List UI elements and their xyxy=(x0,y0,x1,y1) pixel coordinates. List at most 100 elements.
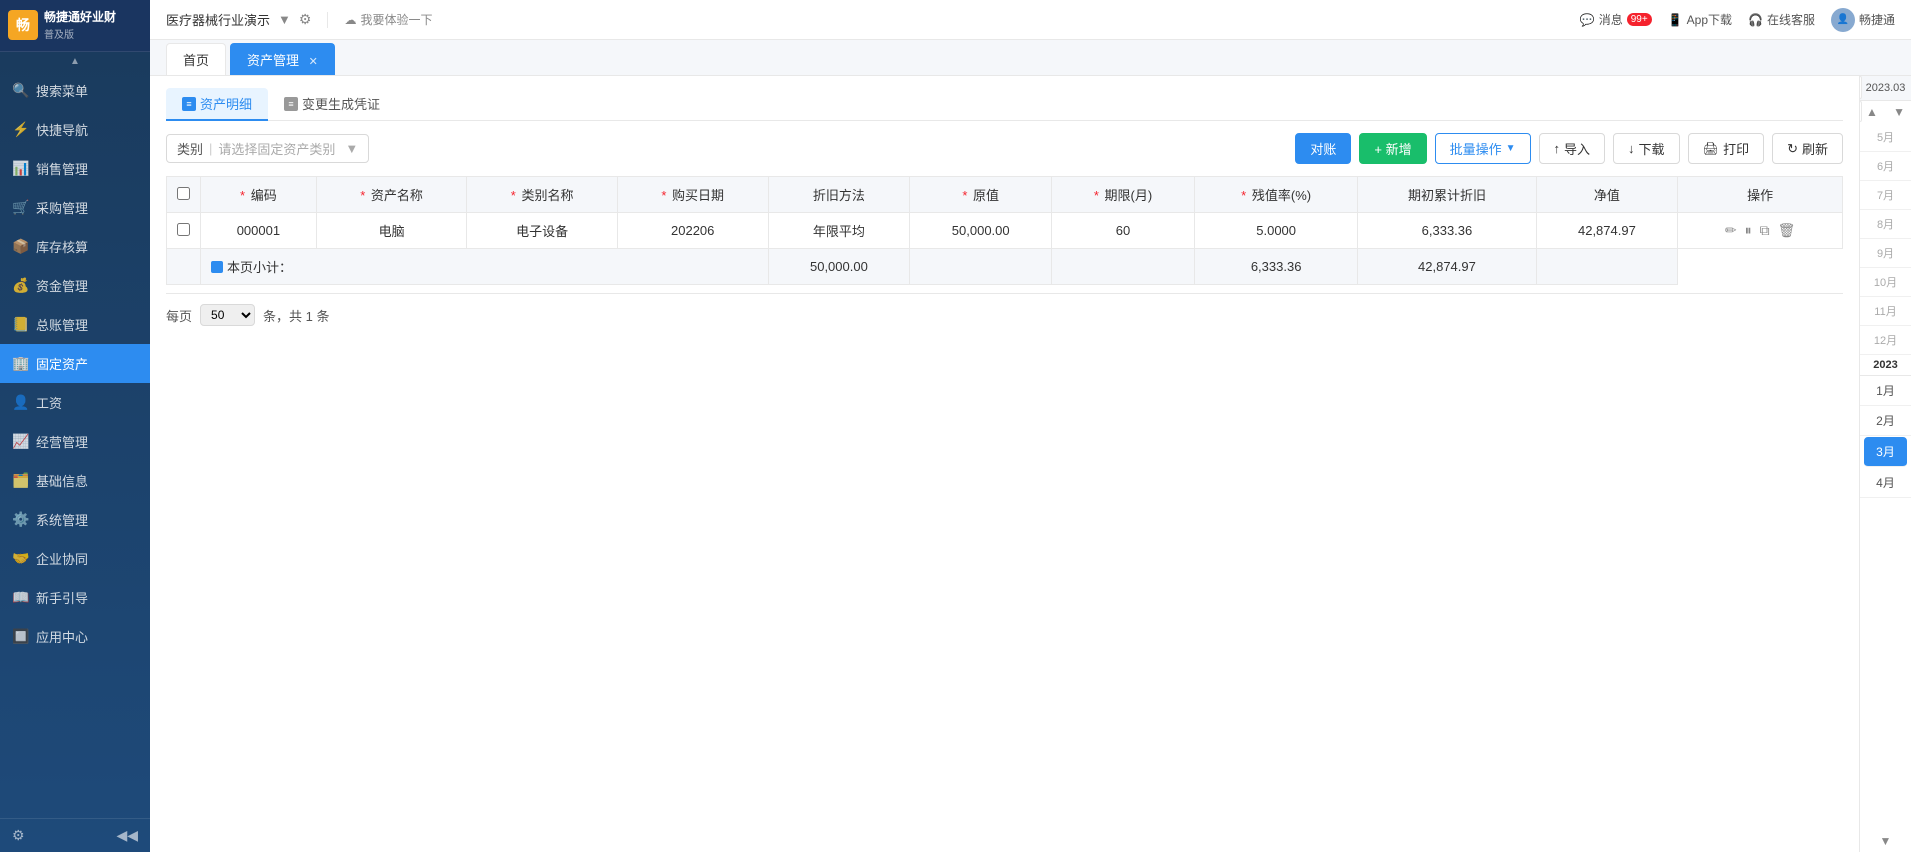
print-icon: 🖨 xyxy=(1703,141,1720,157)
user-area[interactable]: 👤 畅捷通 xyxy=(1831,8,1895,32)
header-purchase-date: * 购买日期 xyxy=(617,177,768,213)
appstore-icon: 🔲 xyxy=(12,628,28,645)
sub-tab-voucher-label: 变更生成凭证 xyxy=(302,94,380,113)
sidebar-item-system[interactable]: ⚙️ 系统管理 xyxy=(0,500,150,539)
sidebar-item-search[interactable]: 🔍 搜索菜单 xyxy=(0,71,150,110)
tab-close-icon[interactable]: ✕ xyxy=(309,56,318,68)
sidebar-item-inventory[interactable]: 📦 库存核算 xyxy=(0,227,150,266)
sidebar-item-payroll[interactable]: 👤 工资 xyxy=(0,383,150,422)
per-page-select[interactable]: 50 100 xyxy=(200,304,255,326)
month-5-prev[interactable]: 5月 xyxy=(1860,123,1911,152)
purchase-icon: 🛒 xyxy=(12,199,28,216)
collapse-icon[interactable]: ◀◀ xyxy=(116,827,138,844)
system-icon: ⚙️ xyxy=(12,511,28,528)
edit-icon[interactable]: ✏ xyxy=(1725,222,1737,239)
expand-panel-icon[interactable]: ⤢ xyxy=(1859,101,1862,122)
month-10-prev[interactable]: 10月 xyxy=(1860,268,1911,297)
sidebar-item-fixed-assets[interactable]: 🏢 固定资产 xyxy=(0,344,150,383)
toolbar-right: 对账 + 新增 批量操作 ▼ ↑ 导入 xyxy=(1295,133,1843,164)
sidebar-item-finance[interactable]: 💰 资金管理 xyxy=(0,266,150,305)
row-period: 60 xyxy=(1052,213,1195,249)
username: 畅捷通 xyxy=(1859,11,1895,28)
sidebar-item-guide[interactable]: 📖 新手引导 xyxy=(0,578,150,617)
month-1[interactable]: 1月 xyxy=(1860,376,1911,406)
mobile-icon: 📱 xyxy=(1668,13,1683,27)
sidebar-item-basic-info[interactable]: 🗂️ 基础信息 xyxy=(0,461,150,500)
pagination: 每页 50 100 条，共 1 条 xyxy=(166,293,1843,326)
tab-asset-management[interactable]: 资产管理 ✕ xyxy=(230,43,335,75)
basic-info-icon: 🗂️ xyxy=(12,472,28,489)
subtotal-accumulated-depreciation: 6,333.36 xyxy=(1194,249,1358,285)
select-all-checkbox[interactable] xyxy=(177,187,190,200)
sub-tab-asset-detail[interactable]: ≡ 资产明细 xyxy=(166,88,268,121)
topbar: 医疗器械行业演示 ▼ ⚙ ☁ 我要体验一下 💬 消息 99+ 📱 App下载 🎧… xyxy=(150,0,1911,40)
month-4[interactable]: 4月 xyxy=(1860,468,1911,498)
company-dropdown-icon[interactable]: ▼ xyxy=(278,12,291,27)
month-12-prev[interactable]: 12月 xyxy=(1860,326,1911,355)
close-panel-icon[interactable]: ✕ xyxy=(1859,76,1862,99)
settings-gear-icon[interactable]: ⚙ xyxy=(299,11,312,28)
row-checkbox[interactable] xyxy=(177,223,190,236)
month-6-prev[interactable]: 6月 xyxy=(1860,152,1911,181)
copy-icon[interactable]: ⧉ xyxy=(1760,222,1770,239)
add-button[interactable]: + 新增 xyxy=(1359,133,1426,164)
batch-button[interactable]: 批量操作 ▼ xyxy=(1435,133,1531,164)
table-header-row: * 编码 * 资产名称 * 类别名称 xyxy=(167,177,1843,213)
content-main: ≡ 资产明细 ≡ 变更生成凭证 类别 | 请选择固定资产类别 xyxy=(150,76,1859,852)
month-2[interactable]: 2月 xyxy=(1860,406,1911,436)
month-8-prev[interactable]: 8月 xyxy=(1860,210,1911,239)
sidebar-item-quicknav[interactable]: ⚡ 快捷导航 xyxy=(0,110,150,149)
reconcile-button[interactable]: 对账 xyxy=(1295,133,1351,164)
sidebar-item-label-finance: 资金管理 xyxy=(36,276,88,295)
category-filter[interactable]: 类别 | 请选择固定资产类别 ▼ xyxy=(166,134,369,163)
row-original-value: 50,000.00 xyxy=(910,213,1052,249)
asset-detail-icon: ≡ xyxy=(182,97,196,111)
import-button[interactable]: ↑ 导入 xyxy=(1539,133,1606,164)
guide-icon: 📖 xyxy=(12,589,28,606)
sidebar-item-appstore[interactable]: 🔲 应用中心 xyxy=(0,617,150,656)
sidebar-item-operations[interactable]: 📈 经营管理 xyxy=(0,422,150,461)
asset-table: * 编码 * 资产名称 * 类别名称 xyxy=(166,176,1843,285)
batch-label: 批量操作 xyxy=(1450,139,1502,158)
sidebar-item-purchase[interactable]: 🛒 采购管理 xyxy=(0,188,150,227)
calendar-scroll-down[interactable]: ▼ xyxy=(1860,830,1911,852)
pause-icon[interactable]: ⏸ xyxy=(1745,222,1752,239)
settings-icon[interactable]: ⚙ xyxy=(12,827,25,844)
message-icon: 💬 xyxy=(1580,13,1595,27)
row-residual-rate: 5.0000 xyxy=(1194,213,1358,249)
online-service-label: 在线客服 xyxy=(1767,11,1815,28)
calendar-down-arrow[interactable]: ▼ xyxy=(1891,103,1907,121)
month-3-current[interactable]: 3月 xyxy=(1864,437,1907,467)
sidebar-logo: 畅 畅捷通好业财 普及版 xyxy=(0,0,150,52)
payroll-icon: 👤 xyxy=(12,394,28,411)
online-service-btn[interactable]: 🎧 在线客服 xyxy=(1748,11,1815,28)
sidebar-item-sales[interactable]: 📊 销售管理 xyxy=(0,149,150,188)
topbar-left: 医疗器械行业演示 ▼ ⚙ ☁ 我要体验一下 xyxy=(166,10,432,29)
print-button[interactable]: 🖨 打印 xyxy=(1688,133,1765,164)
month-7-prev[interactable]: 7月 xyxy=(1860,181,1911,210)
required-mark: * xyxy=(962,188,967,203)
calendar-up-arrow[interactable]: ▲ xyxy=(1864,103,1880,121)
panel-controls: ✕ ⤢ xyxy=(1859,76,1862,122)
app-download-btn[interactable]: 📱 App下载 xyxy=(1668,11,1732,28)
required-mark: * xyxy=(511,188,516,203)
delete-icon[interactable]: 🗑 xyxy=(1778,222,1796,239)
messages-btn[interactable]: 💬 消息 99+ xyxy=(1580,11,1652,28)
refresh-button[interactable]: ↻ 刷新 xyxy=(1772,133,1843,164)
sidebar-item-label-quicknav: 快捷导航 xyxy=(36,120,88,139)
sub-tab-voucher[interactable]: ≡ 变更生成凭证 xyxy=(268,88,396,121)
subtotal-empty-checkbox xyxy=(167,249,201,285)
month-9-prev[interactable]: 9月 xyxy=(1860,239,1911,268)
trial-area[interactable]: ☁ 我要体验一下 xyxy=(344,11,432,28)
month-11-prev[interactable]: 11月 xyxy=(1860,297,1911,326)
header-accumulated-depreciation: 期初累计折旧 xyxy=(1358,177,1536,213)
sidebar-scroll-up[interactable]: ▲ xyxy=(0,52,150,71)
header-checkbox-cell xyxy=(167,177,201,213)
sidebar-item-ledger[interactable]: 📒 总账管理 xyxy=(0,305,150,344)
header-category: * 类别名称 xyxy=(467,177,618,213)
sidebar-item-cooperation[interactable]: 🤝 企业协同 xyxy=(0,539,150,578)
download-button[interactable]: ↓ 下载 xyxy=(1613,133,1680,164)
tab-home[interactable]: 首页 xyxy=(166,43,226,75)
import-icon: ↑ xyxy=(1554,141,1561,156)
subtotal-net-value: 42,874.97 xyxy=(1358,249,1536,285)
